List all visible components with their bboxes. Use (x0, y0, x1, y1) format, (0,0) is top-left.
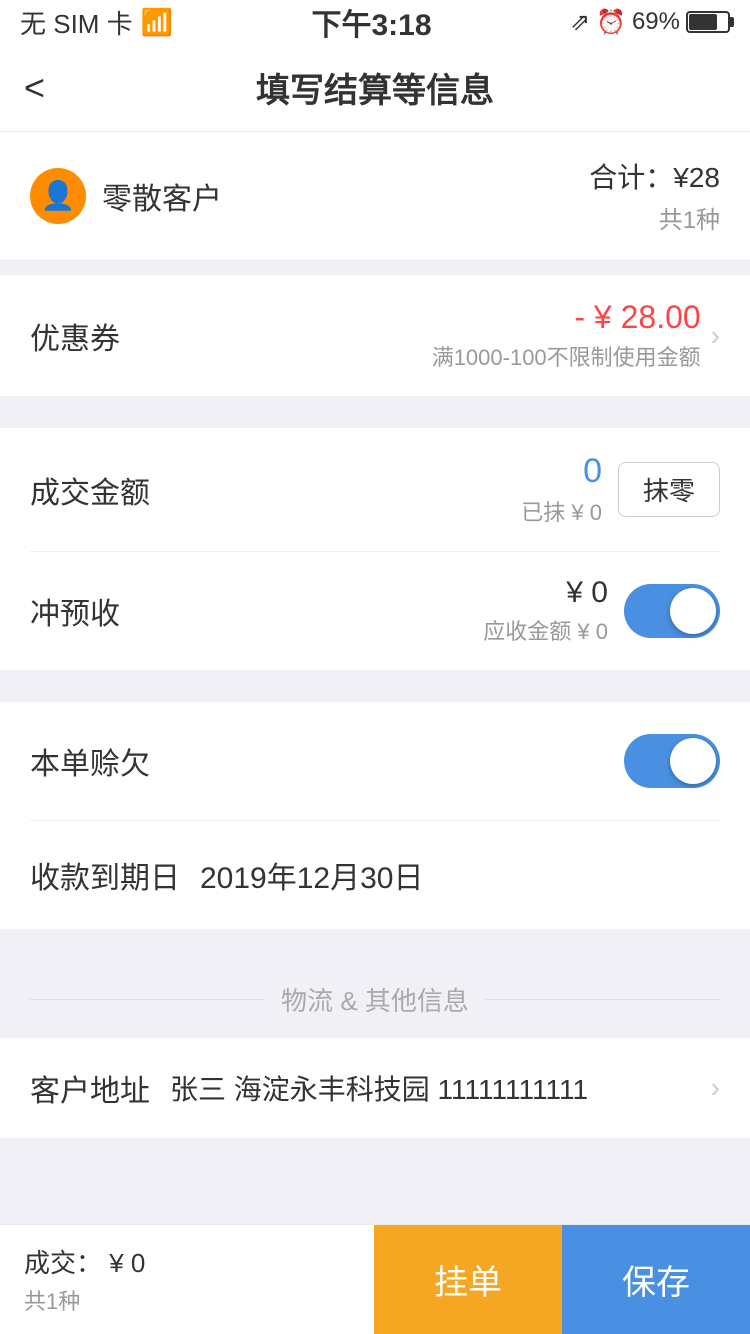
customer-count: 共1种 (589, 200, 720, 235)
battery-icon (686, 11, 730, 33)
coupon-description: 满1000-100不限制使用金额 (432, 340, 701, 372)
bottom-summary-top: 成交： ¥ 0 (24, 1243, 350, 1280)
debt-row: 本单赊欠 (30, 702, 720, 821)
separator-3 (0, 929, 750, 945)
coupon-label: 优惠券 (30, 314, 120, 358)
amount-section: 成交金额 0 已抹 ¥ 0 抹零 冲预收 ¥ 0 应收金额 ¥ 0 (0, 428, 750, 670)
pending-button[interactable]: 挂单 (374, 1225, 562, 1334)
toggle-knob (670, 588, 716, 634)
address-chevron-icon: › (711, 1072, 720, 1104)
coupon-row[interactable]: 优惠券 - ¥ 28.00 满1000-100不限制使用金额 › (0, 275, 750, 396)
customer-section: 👤 零散客户 合计：¥28 共1种 (0, 132, 750, 259)
debt-toggle-knob (670, 738, 716, 784)
debt-section: 本单赊欠 收款到期日 2019年12月30日 (0, 702, 750, 929)
logistics-title: 物流 & 其他信息 (30, 981, 720, 1018)
customer-total: 合计：¥28 (589, 156, 720, 196)
logistics-title-text: 物流 & 其他信息 (281, 981, 469, 1018)
wifi-icon: 📶 (141, 7, 173, 38)
address-value: 张三 海淀永丰科技园 11111111111 (170, 1068, 701, 1108)
alarm-icon: ⏰ (596, 8, 626, 37)
round-zero-button[interactable]: 抹零 (618, 462, 720, 517)
due-date-row: 收款到期日 2019年12月30日 (30, 821, 720, 929)
logistics-header: 物流 & 其他信息 (0, 961, 750, 1038)
prepay-label: 冲预收 (30, 589, 120, 633)
bottom-summary-count: 共1种 (24, 1284, 350, 1316)
address-row[interactable]: 客户地址 张三 海淀永丰科技园 11111111111 › (0, 1038, 750, 1138)
due-date-value: 2019年12月30日 (200, 853, 423, 897)
customer-avatar: 👤 (30, 168, 86, 224)
customer-left: 👤 零散客户 (30, 168, 222, 224)
transaction-amount-right: 0 已抹 ¥ 0 抹零 (521, 452, 720, 527)
status-left: 无 SIM 卡 📶 (20, 4, 173, 41)
prepay-right: ¥ 0 应收金额 ¥ 0 (483, 576, 720, 646)
separator-2 (0, 670, 750, 686)
coupon-chevron-icon: › (711, 320, 720, 352)
customer-right: 合计：¥28 共1种 (589, 156, 720, 235)
prepay-row: 冲预收 ¥ 0 应收金额 ¥ 0 (30, 552, 720, 670)
page-title: 填写结算等信息 (256, 63, 494, 112)
bottom-bar: 成交： ¥ 0 共1种 挂单 保存 (0, 1224, 750, 1334)
debt-toggle[interactable] (624, 734, 720, 788)
status-time: 下午3:18 (311, 0, 431, 44)
transaction-amount-value-block: 0 已抹 ¥ 0 (521, 452, 602, 527)
customer-name: 零散客户 (102, 174, 222, 218)
separator-1 (0, 412, 750, 428)
address-label: 客户地址 (30, 1066, 150, 1110)
status-right: ⇗ ⏰ 69% (570, 8, 730, 37)
back-button[interactable]: < (24, 67, 45, 109)
prepay-sub: 应收金额 ¥ 0 (483, 614, 608, 646)
no-sim-text: 无 SIM 卡 (20, 4, 133, 41)
bottom-summary: 成交： ¥ 0 共1种 (0, 1243, 374, 1316)
prepay-toggle[interactable] (624, 584, 720, 638)
transaction-amount-value: 0 (521, 452, 602, 491)
transaction-amount-row: 成交金额 0 已抹 ¥ 0 抹零 (30, 428, 720, 552)
coupon-amount: - ¥ 28.00 (432, 299, 701, 336)
bottom-summary-amount: ¥ 0 (109, 1248, 145, 1278)
location-icon: ⇗ (570, 8, 590, 37)
transaction-amount-sub: 已抹 ¥ 0 (521, 495, 602, 527)
nav-bar: < 填写结算等信息 (0, 44, 750, 132)
due-date-label: 收款到期日 (30, 853, 180, 897)
coupon-right: - ¥ 28.00 满1000-100不限制使用金额 › (432, 299, 720, 372)
bottom-summary-label: 成交： (24, 1248, 102, 1278)
coupon-value-block: - ¥ 28.00 满1000-100不限制使用金额 (432, 299, 701, 372)
logistics-section: 物流 & 其他信息 (0, 961, 750, 1038)
save-button[interactable]: 保存 (562, 1225, 750, 1334)
status-bar: 无 SIM 卡 📶 下午3:18 ⇗ ⏰ 69% (0, 0, 750, 44)
avatar-icon: 👤 (41, 179, 76, 212)
address-section: 客户地址 张三 海淀永丰科技园 11111111111 › (0, 1038, 750, 1138)
debt-label: 本单赊欠 (30, 739, 150, 783)
prepay-value-block: ¥ 0 应收金额 ¥ 0 (483, 576, 608, 646)
prepay-amount: ¥ 0 (483, 576, 608, 610)
battery-percentage: 69% (632, 8, 680, 36)
content: 👤 零散客户 合计：¥28 共1种 优惠券 - ¥ 28.00 满1000-10… (0, 132, 750, 1258)
transaction-amount-label: 成交金额 (30, 468, 150, 512)
